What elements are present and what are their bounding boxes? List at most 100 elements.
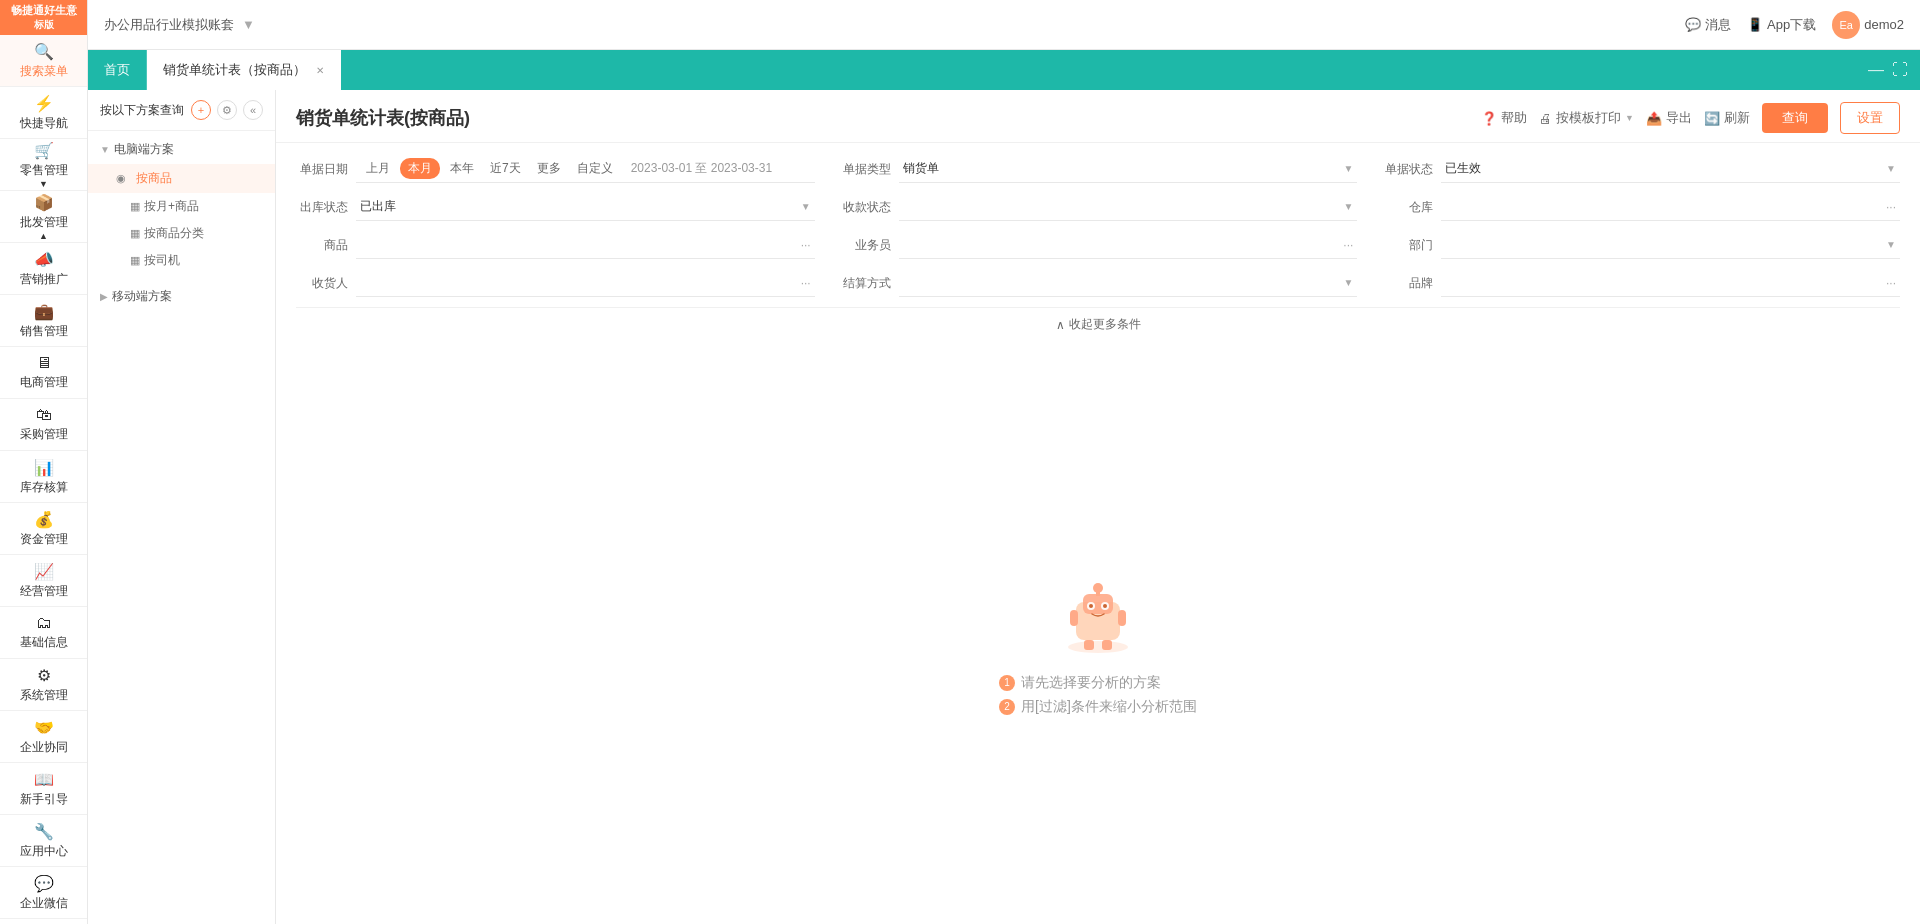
workspace-dropdown-icon[interactable]: ▼ — [242, 17, 255, 32]
workspace-label: 办公用品行业模拟账套 — [104, 16, 234, 34]
messages-btn[interactable]: 💬 消息 — [1685, 16, 1731, 34]
sidebar-item-marketing[interactable]: 📣 营销推广 — [0, 243, 87, 295]
sidebar-corp-wechat-label: 企业微信 — [20, 895, 68, 912]
tab-close-icon[interactable]: ✕ — [316, 65, 324, 76]
print-label: 按模板打印 — [1556, 109, 1621, 127]
sidebar-item-quick-nav[interactable]: ⚡ 快捷导航 — [0, 87, 87, 139]
sidebar-item-basic[interactable]: 🗂 基础信息 — [0, 607, 87, 659]
tree-group-mobile-header[interactable]: ▶ 移动端方案 — [88, 282, 275, 311]
warehouse-filter-value[interactable]: ··· — [1441, 193, 1900, 221]
dept-filter-value[interactable]: ▼ — [1441, 231, 1900, 259]
sales-stat-tab-label: 销货单统计表（按商品） — [163, 61, 306, 79]
tree-expand-icon: ▼ — [100, 144, 110, 155]
refresh-btn[interactable]: 🔄 刷新 — [1704, 109, 1750, 127]
sidebar-item-system[interactable]: ⚙ 系统管理 — [0, 659, 87, 711]
sidebar-item-search[interactable]: 🔍 搜索菜单 — [0, 35, 87, 87]
tab-sales-stat[interactable]: 销货单统计表（按商品） ✕ — [147, 50, 341, 90]
left-panel-actions: + ⚙ « — [191, 100, 263, 120]
tab-maximize-icon[interactable]: ⛶ — [1892, 61, 1908, 79]
tree-item-by-cashier[interactable]: ▦ 按司机 — [88, 247, 275, 274]
salesperson-filter-value[interactable]: ··· — [899, 231, 1358, 259]
filter-docstatus-col: 单据状态 已生效 ▼ — [1381, 155, 1900, 183]
payment-filter-value[interactable]: ▼ — [899, 269, 1358, 297]
sidebar-item-retail[interactable]: 🛒 零售管理 ▼ — [0, 139, 87, 191]
app-logo: 畅捷通好生意 标版 — [0, 0, 87, 35]
sidebar-item-member[interactable]: 👑 畅会员 — [0, 919, 87, 924]
doctype-filter-value[interactable]: 销货单 ▼ — [899, 155, 1358, 183]
system-icon: ⚙ — [37, 666, 51, 685]
guide-icon: 📖 — [34, 770, 54, 789]
date-btn-last-7[interactable]: 近7天 — [484, 158, 527, 179]
sidebar-retail-label: 零售管理 — [20, 162, 68, 179]
settings-button[interactable]: 设置 — [1840, 102, 1900, 134]
tab-home[interactable]: 首页 — [88, 50, 147, 90]
date-filter-value[interactable]: 上月 本月 本年 近7天 更多 自定义 2023-03-01 至 2023-03… — [356, 155, 815, 183]
receiver-filter-label: 收货人 — [296, 275, 356, 292]
settings-scheme-btn[interactable]: ⚙ — [217, 100, 237, 120]
date-btn-last-month[interactable]: 上月 — [360, 158, 396, 179]
sidebar-item-sales[interactable]: 💼 销售管理 — [0, 295, 87, 347]
svg-rect-10 — [1102, 640, 1112, 650]
brand-dots: ··· — [1886, 276, 1896, 290]
tab-minimize-icon[interactable]: — — [1868, 61, 1884, 79]
sidebar-item-operations[interactable]: 📈 经营管理 — [0, 555, 87, 607]
app-download-btn[interactable]: 📱 App下载 — [1747, 16, 1816, 34]
outstatus-dropdown-icon: ▼ — [801, 201, 811, 212]
sidebar-item-corp-wechat[interactable]: 💬 企业微信 — [0, 867, 87, 919]
collectstatus-dropdown-icon: ▼ — [1343, 201, 1353, 212]
messages-label: 消息 — [1705, 16, 1731, 34]
date-btn-more[interactable]: 更多 — [531, 158, 567, 179]
retail-icon: 🛒 — [34, 141, 54, 160]
add-scheme-btn[interactable]: + — [191, 100, 211, 120]
export-label: 导出 — [1666, 109, 1692, 127]
brand-filter-value[interactable]: ··· — [1441, 269, 1900, 297]
tree-group-desktop-header[interactable]: ▼ 电脑端方案 — [88, 135, 275, 164]
collapse-label: 收起更多条件 — [1069, 316, 1141, 333]
collapse-panel-btn[interactable]: « — [243, 100, 263, 120]
inventory-icon: 📊 — [34, 458, 54, 477]
tree-item-by-product[interactable]: ◉ 按商品 — [88, 164, 275, 193]
svg-rect-9 — [1084, 640, 1094, 650]
export-btn[interactable]: 📤 导出 — [1646, 109, 1692, 127]
sidebar-item-ecommerce[interactable]: 🖥 电商管理 — [0, 347, 87, 399]
query-button[interactable]: 查询 — [1762, 103, 1828, 133]
basic-icon: 🗂 — [36, 614, 52, 632]
date-btn-this-month[interactable]: 本月 — [400, 158, 440, 179]
receiver-filter-value[interactable]: ··· — [356, 269, 815, 297]
date-btn-this-year[interactable]: 本年 — [444, 158, 480, 179]
product-filter-value[interactable]: ··· — [356, 231, 815, 259]
enterprise-icon: 🤝 — [34, 718, 54, 737]
wholesale-expand-icon: ▲ — [39, 231, 48, 241]
corp-wechat-icon: 💬 — [34, 874, 54, 893]
sidebar-item-finance[interactable]: 💰 资金管理 — [0, 503, 87, 555]
sidebar-item-guide[interactable]: 📖 新手引导 — [0, 763, 87, 815]
sidebar-item-inventory[interactable]: 📊 库存核算 — [0, 451, 87, 503]
sidebar-search-label: 搜索菜单 — [20, 63, 68, 80]
operations-icon: 📈 — [34, 562, 54, 581]
docstatus-filter-value[interactable]: 已生效 ▼ — [1441, 155, 1900, 183]
date-btn-custom[interactable]: 自定义 — [571, 158, 619, 179]
user-info[interactable]: Ea demo2 — [1832, 11, 1904, 39]
collectstatus-filter-value[interactable]: ▼ — [899, 193, 1358, 221]
sidebar-item-wholesale[interactable]: 📦 批发管理 ▲ — [0, 191, 87, 243]
sidebar-operations-label: 经营管理 — [20, 583, 68, 600]
print-btn[interactable]: 🖨 按模板打印 ▼ — [1539, 109, 1634, 127]
outstatus-filter-value[interactable]: 已出库 ▼ — [356, 193, 815, 221]
sidebar-item-app-center[interactable]: 🔧 应用中心 — [0, 815, 87, 867]
sidebar-item-purchase[interactable]: 🛍 采购管理 — [0, 399, 87, 451]
svg-rect-8 — [1118, 610, 1126, 626]
help-icon: ❓ — [1481, 111, 1497, 126]
filter-doctype-col: 单据类型 销货单 ▼ — [839, 155, 1358, 183]
help-btn[interactable]: ❓ 帮助 — [1481, 109, 1527, 127]
left-panel: 按以下方案查询 + ⚙ « ▼ 电脑端方案 ◉ 按商品 ▦ 按月 — [88, 90, 276, 924]
date-filter-label: 单据日期 — [296, 161, 356, 178]
collapse-filters-btn[interactable]: ∧ 收起更多条件 — [296, 307, 1900, 341]
tree-item-by-month-product[interactable]: ▦ 按月+商品 — [88, 193, 275, 220]
filter-area: 单据日期 上月 本月 本年 近7天 更多 自定义 2023-03-01 至 20… — [276, 143, 1920, 353]
finance-icon: 💰 — [34, 510, 54, 529]
sidebar-item-enterprise[interactable]: 🤝 企业协同 — [0, 711, 87, 763]
brand-filter-label: 品牌 — [1381, 275, 1441, 292]
tree-group-mobile: ▶ 移动端方案 — [88, 278, 275, 315]
print-icon: 🖨 — [1539, 111, 1552, 126]
tree-item-by-product-cat[interactable]: ▦ 按商品分类 — [88, 220, 275, 247]
